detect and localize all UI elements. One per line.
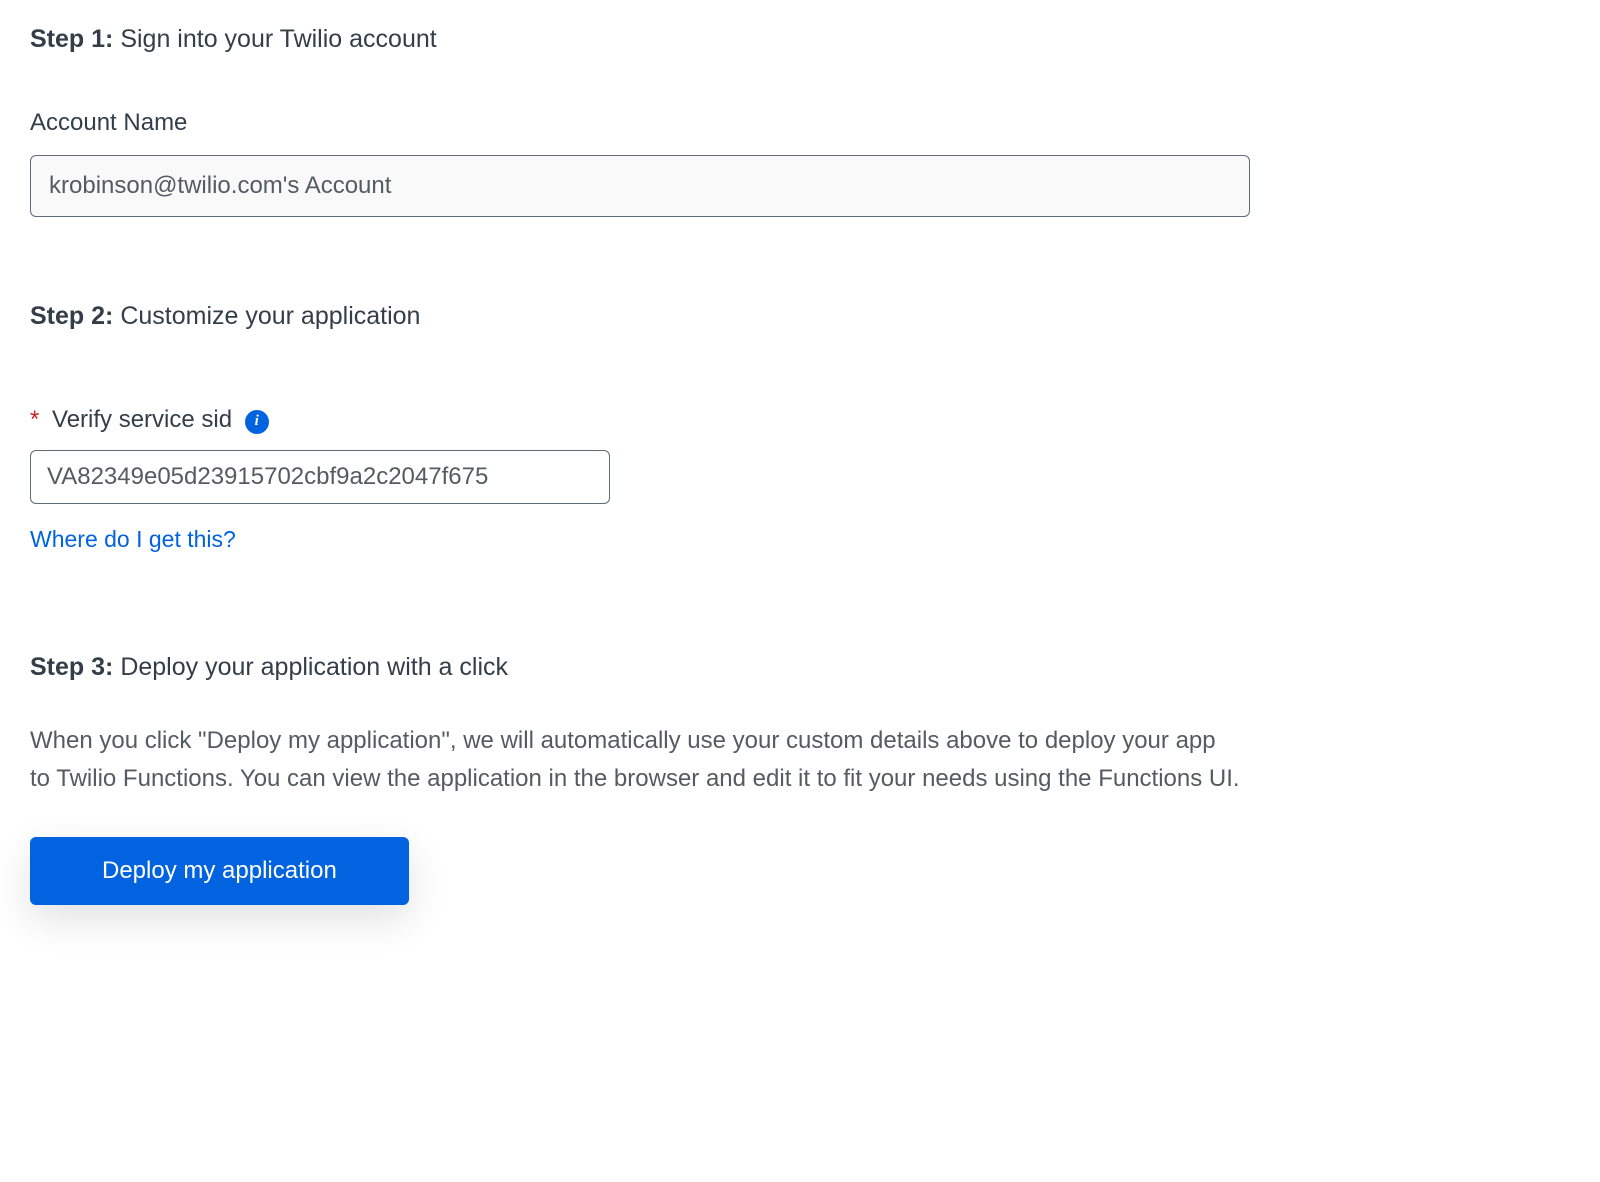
step2-heading: Step 2: Customize your application xyxy=(30,302,1250,331)
step3-body: When you click "Deploy my application", … xyxy=(30,722,1240,799)
deploy-button[interactable]: Deploy my application xyxy=(30,837,409,905)
step2-title: Customize your application xyxy=(120,302,420,330)
verify-sid-label: * Verify service sid i xyxy=(30,406,1250,434)
verify-sid-label-text: Verify service sid xyxy=(52,406,232,433)
info-icon[interactable]: i xyxy=(245,410,269,434)
step2-label: Step 2: xyxy=(30,302,113,330)
account-name-label: Account Name xyxy=(30,109,1250,137)
account-name-input[interactable] xyxy=(30,155,1250,217)
step1-label: Step 1: xyxy=(30,25,113,53)
step3-heading: Step 3: Deploy your application with a c… xyxy=(30,653,1250,682)
verify-sid-input[interactable] xyxy=(30,450,610,504)
step1-heading: Step 1: Sign into your Twilio account xyxy=(30,25,1250,54)
step3-title: Deploy your application with a click xyxy=(120,653,508,681)
step1-title: Sign into your Twilio account xyxy=(120,25,436,53)
step3-label: Step 3: xyxy=(30,653,113,681)
required-star: * xyxy=(30,406,39,433)
where-do-i-get-this-link[interactable]: Where do I get this? xyxy=(30,526,236,553)
